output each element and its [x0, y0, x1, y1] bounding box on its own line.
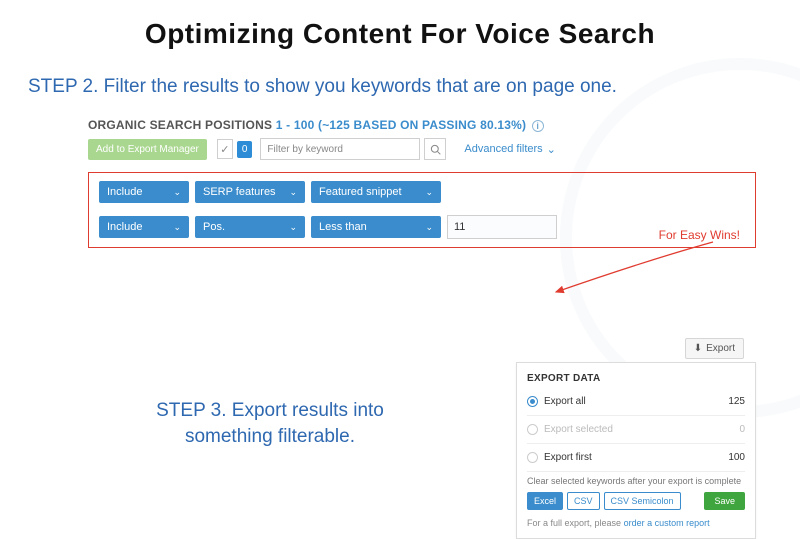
chevron-down-icon: ⌄: [289, 222, 297, 233]
chevron-down-icon: ⌄: [547, 143, 556, 156]
filter-1-value[interactable]: Featured snippet⌄: [311, 181, 441, 203]
toolbar: Add to Export Manager ✓ 0 Filter by keyw…: [88, 138, 756, 160]
filter-row-1: Include⌄ SERP features⌄ Featured snippet…: [99, 181, 745, 203]
export-heading: EXPORT DATA: [527, 373, 745, 384]
advanced-filters-link[interactable]: Advanced filters ⌄: [464, 143, 555, 156]
results-panel: ORGANIC SEARCH POSITIONS 1 - 100 (~125 B…: [88, 118, 756, 248]
search-button[interactable]: [424, 138, 446, 160]
filter-2-metric[interactable]: Pos.⌄: [195, 216, 305, 238]
selected-count-badge: 0: [237, 141, 253, 158]
custom-report-link[interactable]: order a custom report: [624, 518, 710, 528]
select-all-checkbox[interactable]: ✓: [217, 139, 233, 159]
export-footer: For a full export, please order a custom…: [527, 518, 745, 528]
download-icon: ⬇: [694, 343, 702, 354]
export-panel: EXPORT DATA Export all 125 Export select…: [516, 362, 756, 539]
filter-2-number-input[interactable]: [447, 215, 557, 239]
chevron-down-icon: ⌄: [173, 222, 181, 233]
annotation-arrow: [548, 240, 718, 298]
radio-icon: [527, 452, 538, 463]
filter-2-operator[interactable]: Less than⌄: [311, 216, 441, 238]
export-option-first-label: Export first: [544, 452, 592, 463]
search-icon: [430, 144, 441, 155]
filter-keyword-input[interactable]: Filter by keyword: [260, 138, 420, 160]
format-excel[interactable]: Excel: [527, 492, 563, 510]
radio-icon: [527, 424, 538, 435]
divider: [527, 471, 745, 472]
format-csv[interactable]: CSV: [567, 492, 600, 510]
filter-rows-highlight: Include⌄ SERP features⌄ Featured snippet…: [88, 172, 756, 248]
add-to-export-button[interactable]: Add to Export Manager: [88, 139, 207, 160]
divider: [527, 415, 745, 416]
page-title: Optimizing Content For Voice Search: [0, 18, 800, 50]
chevron-down-icon: ⌄: [425, 222, 433, 233]
step-2-text: STEP 2. Filter the results to show you k…: [28, 76, 800, 98]
divider: [527, 443, 745, 444]
chevron-down-icon: ⌄: [289, 187, 297, 198]
chevron-down-icon: ⌄: [173, 187, 181, 198]
filter-2-condition[interactable]: Include⌄: [99, 216, 189, 238]
organic-heading: ORGANIC SEARCH POSITIONS 1 - 100 (~125 B…: [88, 118, 756, 132]
export-first-count: 100: [728, 452, 745, 463]
export-button[interactable]: ⬇ Export: [685, 338, 744, 359]
export-option-selected[interactable]: Export selected 0: [527, 420, 745, 439]
format-csv-semicolon[interactable]: CSV Semicolon: [604, 492, 681, 510]
organic-range: 1 - 100 (~125 BASED ON PASSING 80.13%): [276, 118, 526, 132]
format-row: Excel CSV CSV Semicolon Save: [527, 492, 745, 510]
export-button-label: Export: [706, 343, 735, 354]
export-option-selected-label: Export selected: [544, 424, 613, 435]
radio-icon: [527, 396, 538, 407]
filter-row-2: Include⌄ Pos.⌄ Less than⌄: [99, 215, 745, 239]
chevron-down-icon: ⌄: [425, 187, 433, 198]
save-button[interactable]: Save: [704, 492, 745, 510]
filter-1-metric[interactable]: SERP features⌄: [195, 181, 305, 203]
export-option-all[interactable]: Export all 125: [527, 392, 745, 411]
export-option-first[interactable]: Export first 100: [527, 448, 745, 467]
step-3-text: STEP 3. Export results into something fi…: [110, 398, 430, 449]
organic-label: ORGANIC SEARCH POSITIONS: [88, 118, 272, 132]
export-selected-count: 0: [739, 424, 745, 435]
export-option-all-label: Export all: [544, 396, 586, 407]
export-note: Clear selected keywords after your expor…: [527, 476, 745, 486]
easy-wins-annotation: For Easy Wins!: [659, 228, 740, 242]
advanced-filters-label: Advanced filters: [464, 143, 542, 155]
filter-1-condition[interactable]: Include⌄: [99, 181, 189, 203]
export-all-count: 125: [728, 396, 745, 407]
info-icon[interactable]: i: [532, 120, 544, 132]
